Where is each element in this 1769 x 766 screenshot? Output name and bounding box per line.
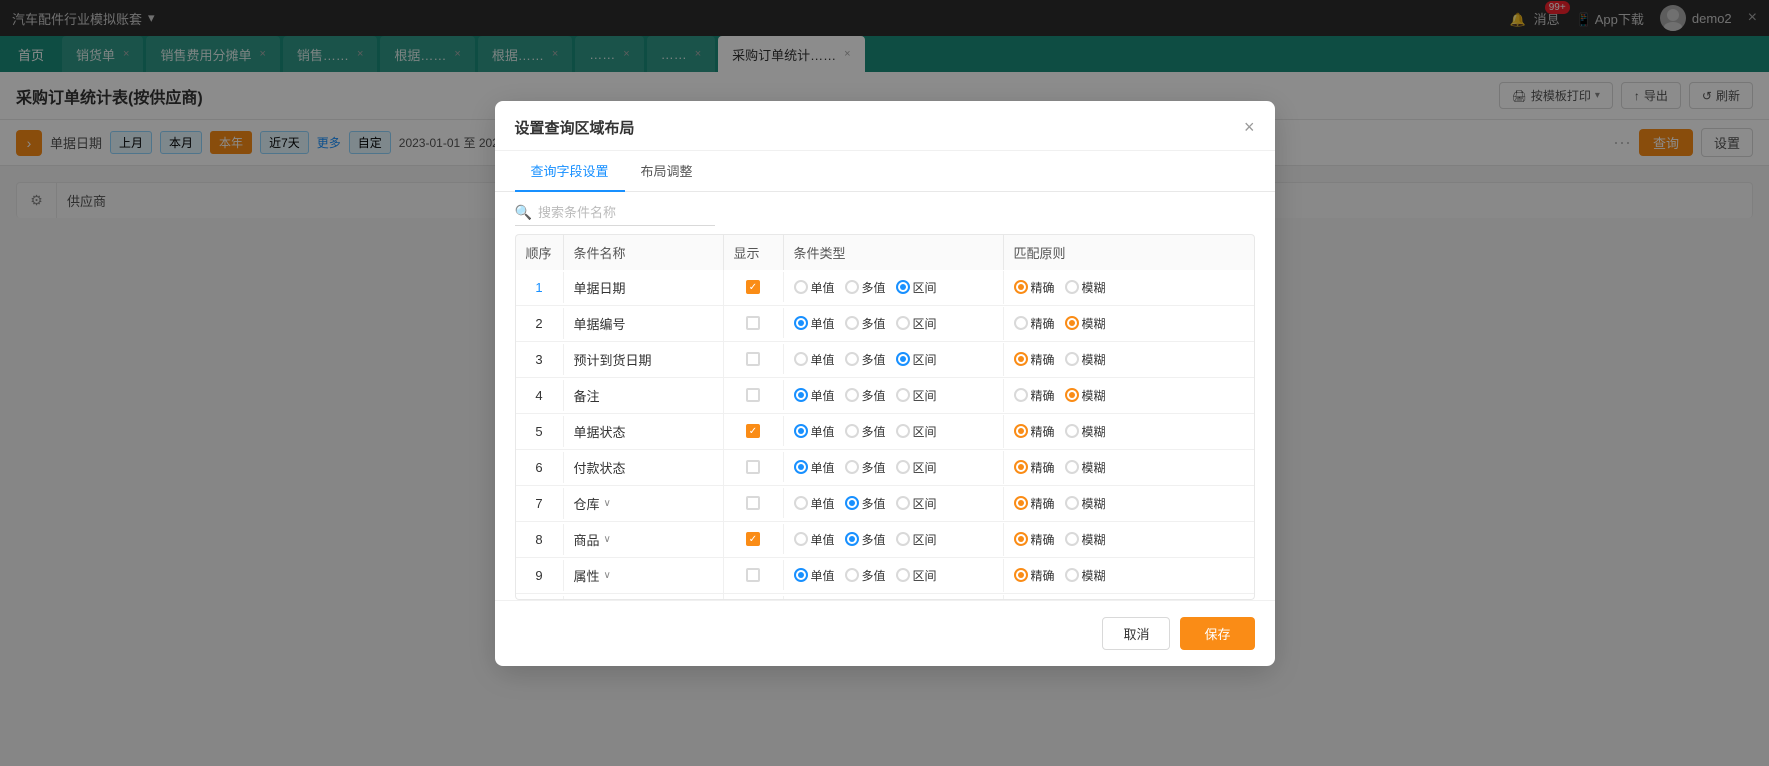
table-row: 5 单据状态 单值 多值 区间 精确: [516, 414, 1254, 450]
modal-search-area: 🔍: [495, 192, 1275, 234]
show-checkbox[interactable]: [746, 460, 760, 474]
cell-match: 精确 模糊: [1004, 343, 1204, 376]
cell-show[interactable]: [724, 488, 784, 518]
cell-name: 预计到货日期: [564, 342, 724, 377]
cell-order: 7: [516, 488, 564, 519]
cell-match: 精确 模糊: [1004, 487, 1204, 520]
col-name: 条件名称: [564, 235, 724, 270]
cell-type: 单值 多值 区间: [784, 415, 1004, 448]
type-multi-radio[interactable]: 多值: [845, 279, 886, 296]
cell-type: 单值 多值 区间: [784, 379, 1004, 412]
modal-overlay: 设置查询区域布局 × 查询字段设置 布局调整 🔍 顺序 条件名称 显示 条件类型…: [0, 0, 1769, 766]
modal-table-container: 顺序 条件名称 显示 条件类型 匹配原则 1 单据日期 单值: [495, 234, 1275, 600]
table-row: 6 付款状态 单值 多值 区间 精确: [516, 450, 1254, 486]
cell-match: 精确 模糊: [1004, 379, 1204, 412]
settings-modal: 设置查询区域布局 × 查询字段设置 布局调整 🔍 顺序 条件名称 显示 条件类型…: [495, 101, 1275, 666]
match-fuzzy-radio[interactable]: 模糊: [1065, 279, 1106, 296]
cell-show[interactable]: [724, 344, 784, 374]
cell-type: 单值 多值 区间: [784, 307, 1004, 340]
col-type: 条件类型: [784, 235, 1004, 270]
cell-name: 商品 ∨: [564, 522, 724, 557]
cell-order: 8: [516, 524, 564, 555]
cell-name: 付款状态: [564, 450, 724, 485]
modal-footer: 取消 保存: [495, 600, 1275, 666]
search-icon: 🔍: [515, 204, 532, 221]
cancel-button[interactable]: 取消: [1102, 617, 1170, 650]
cell-show[interactable]: [724, 416, 784, 446]
cell-order: 3: [516, 344, 564, 375]
cell-show[interactable]: [724, 524, 784, 554]
dropdown-icon: ∨: [604, 570, 611, 581]
table-row: 7 仓库 ∨ 单值 多值 区间 精确: [516, 486, 1254, 522]
cell-type: 单值 多值 区间: [784, 523, 1004, 556]
tab-layout-adjust[interactable]: 布局调整: [625, 151, 709, 192]
cell-order: 9: [516, 560, 564, 591]
table-row: 1 单据日期 单值 多值 区间 精确: [516, 270, 1254, 306]
show-checkbox[interactable]: [746, 352, 760, 366]
modal-close-button[interactable]: ×: [1244, 117, 1255, 138]
cell-type: 单值 多值 区间: [784, 451, 1004, 484]
col-match: 匹配原则: [1004, 235, 1204, 270]
table-row: 9 属性 ∨ 单值 多值 区间 精确: [516, 558, 1254, 594]
cell-name: 备注: [564, 378, 724, 413]
table-row: 2 单据编号 单值 多值 区间 精确: [516, 306, 1254, 342]
cell-order: 6: [516, 452, 564, 483]
table-row: 3 预计到货日期 单值 多值 区间 精确: [516, 342, 1254, 378]
match-exact-radio[interactable]: 精确: [1014, 279, 1055, 296]
modal-table-body: 1 单据日期 单值 多值 区间 精确: [515, 270, 1255, 600]
cell-match: 精确 模糊: [1004, 415, 1204, 448]
cell-match: 精确 模糊: [1004, 451, 1204, 484]
cell-show[interactable]: [724, 272, 784, 302]
modal-table-head: 顺序 条件名称 显示 条件类型 匹配原则: [515, 234, 1255, 270]
type-range-radio[interactable]: 区间: [896, 279, 937, 296]
cell-order: 2: [516, 308, 564, 339]
dropdown-icon: ∨: [604, 498, 611, 509]
cell-match: 精确 模糊: [1004, 523, 1204, 556]
cell-show[interactable]: [724, 560, 784, 590]
modal-tabs: 查询字段设置 布局调整: [495, 151, 1275, 192]
col-order: 顺序: [516, 235, 564, 270]
show-checkbox[interactable]: [746, 424, 760, 438]
search-input[interactable]: [538, 205, 698, 220]
show-checkbox[interactable]: [746, 316, 760, 330]
cell-order: 4: [516, 380, 564, 411]
cell-match: 精确 模糊: [1004, 559, 1204, 592]
cell-type: 单值 多值 区间: [784, 487, 1004, 520]
dropdown-icon: ∨: [604, 534, 611, 545]
cell-type: 单值 多值 区间: [784, 559, 1004, 592]
show-checkbox[interactable]: [746, 568, 760, 582]
cell-order: 5: [516, 416, 564, 447]
cell-order: 1: [516, 272, 564, 303]
table-row: 8 商品 ∨ 单值 多值 区间 精确: [516, 522, 1254, 558]
cell-name: 仓库 ∨: [564, 486, 724, 521]
cell-name: 单据编号: [564, 306, 724, 341]
show-checkbox[interactable]: [746, 388, 760, 402]
modal-title: 设置查询区域布局: [515, 117, 635, 138]
search-wrap: 🔍: [515, 204, 715, 226]
show-checkbox[interactable]: [746, 532, 760, 546]
cell-type: 单值 多值 区间: [784, 343, 1004, 376]
cell-show[interactable]: [724, 452, 784, 482]
cell-name: 单据日期: [564, 270, 724, 305]
save-button[interactable]: 保存: [1180, 617, 1254, 650]
table-row: 4 备注 单值 多值 区间 精确: [516, 378, 1254, 414]
cell-show[interactable]: [724, 308, 784, 338]
cell-name: 单据状态: [564, 414, 724, 449]
cell-type: 单值 多值 区间: [784, 271, 1004, 304]
modal-header: 设置查询区域布局 ×: [495, 101, 1275, 151]
col-show: 显示: [724, 235, 784, 270]
cell-name: 属性 ∨: [564, 558, 724, 593]
tab-query-fields[interactable]: 查询字段设置: [515, 151, 625, 192]
cell-show[interactable]: [724, 380, 784, 410]
cell-match: 精确 模糊: [1004, 271, 1204, 304]
show-checkbox[interactable]: [746, 496, 760, 510]
show-checkbox[interactable]: [746, 280, 760, 294]
type-single-radio[interactable]: 单值: [794, 279, 835, 296]
cell-match: 精确 模糊: [1004, 307, 1204, 340]
